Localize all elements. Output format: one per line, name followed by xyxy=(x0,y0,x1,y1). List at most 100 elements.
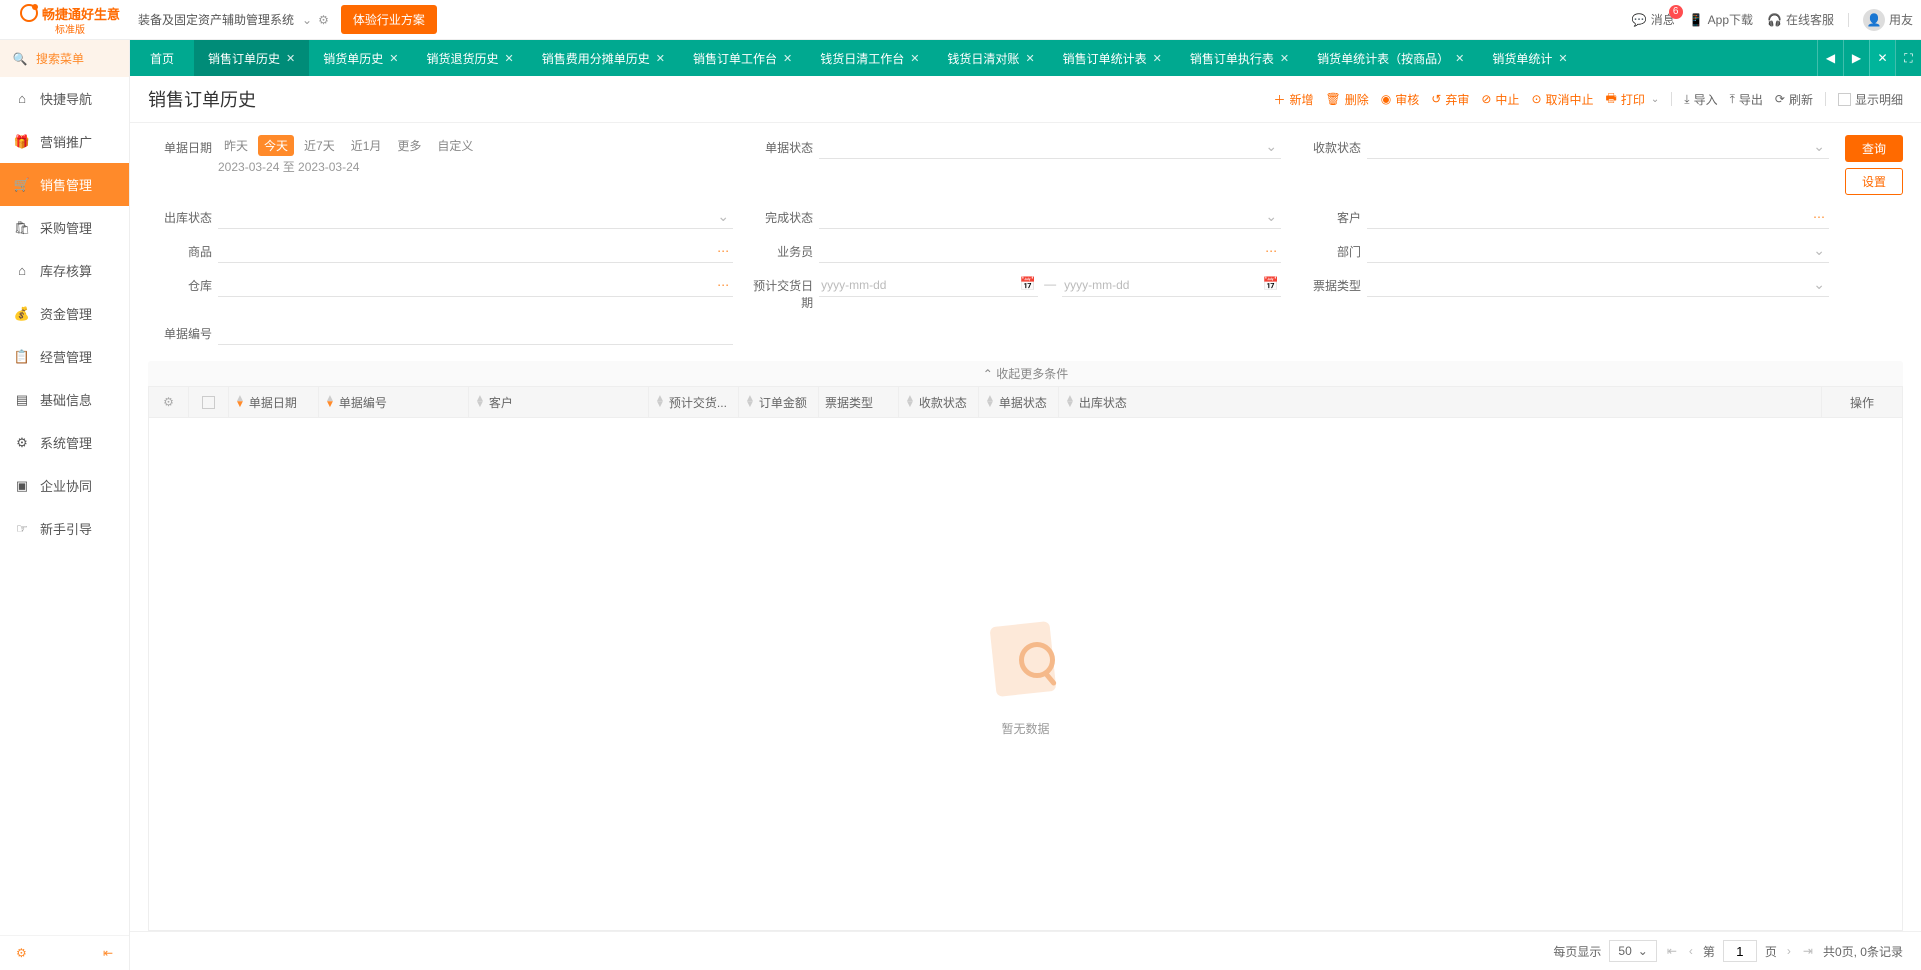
close-icon[interactable]: ✕ xyxy=(1455,52,1464,65)
gear-icon[interactable]: ⚙ xyxy=(318,13,329,27)
date-quick-5[interactable]: 自定义 xyxy=(431,135,479,156)
date-quick-4[interactable]: 更多 xyxy=(391,135,427,156)
sidebar-item-0[interactable]: ⌂快捷导航 xyxy=(0,77,129,120)
th-amt[interactable]: ▲▼订单金额 xyxy=(739,387,819,417)
close-icon[interactable]: ✕ xyxy=(505,52,514,65)
expect-date-to[interactable] xyxy=(1062,273,1281,297)
sidebar-item-3[interactable]: 🛍采购管理 xyxy=(0,206,129,249)
close-icon[interactable]: ✕ xyxy=(1025,52,1034,65)
app-download-button[interactable]: 📱 App下载 xyxy=(1689,11,1753,28)
filter-no-input[interactable] xyxy=(218,321,733,345)
filter-pay-select[interactable] xyxy=(1367,135,1829,159)
th-cust[interactable]: ▲▼客户 xyxy=(469,387,649,417)
sidebar-item-4[interactable]: ⌂库存核算 xyxy=(0,249,129,292)
close-icon[interactable]: ✕ xyxy=(783,52,792,65)
column-settings[interactable]: ⚙ xyxy=(149,387,189,417)
tab-3[interactable]: 销货退货历史✕ xyxy=(412,40,527,76)
tab-10[interactable]: 销货单统计表（按商品）✕ xyxy=(1303,40,1478,76)
action-audit[interactable]: ◉审核 xyxy=(1381,91,1420,108)
filter-inv-select[interactable] xyxy=(1367,273,1829,297)
query-button[interactable]: 查询 xyxy=(1845,135,1903,162)
collapse-sidebar-icon[interactable]: ⇤ xyxy=(103,946,113,960)
tab-2[interactable]: 销货单历史✕ xyxy=(309,40,412,76)
tabs-close-all[interactable]: ✕ xyxy=(1869,40,1895,76)
user-menu[interactable]: 👤 用友 xyxy=(1863,9,1913,31)
action-stop[interactable]: ⊘中止 xyxy=(1481,91,1519,108)
action-abandon[interactable]: ↺弃审 xyxy=(1431,91,1469,108)
tabs-scroll-right[interactable]: ▶ xyxy=(1843,40,1869,76)
th-deliv[interactable]: ▲▼预计交货... xyxy=(649,387,739,417)
tab-11[interactable]: 销货单统计✕ xyxy=(1478,40,1581,76)
tab-6[interactable]: 钱货日清工作台✕ xyxy=(806,40,933,76)
setting-button[interactable]: 设置 xyxy=(1845,168,1903,195)
sidebar-item-7[interactable]: ▤基础信息 xyxy=(0,378,129,421)
tabs-scroll-left[interactable]: ◀ xyxy=(1817,40,1843,76)
filter-done-select[interactable] xyxy=(819,205,1281,229)
page-prev[interactable]: ‹ xyxy=(1687,944,1695,958)
calendar-icon[interactable]: 📅 xyxy=(1263,276,1279,292)
tab-1[interactable]: 销售订单历史✕ xyxy=(194,40,309,76)
page-size-select[interactable]: 50⌄ xyxy=(1609,940,1656,962)
filter-prod-picker[interactable] xyxy=(218,239,733,263)
close-icon[interactable]: ✕ xyxy=(389,52,398,65)
select-all-checkbox[interactable] xyxy=(189,387,229,417)
close-icon[interactable]: ✕ xyxy=(656,52,665,65)
sidebar-item-10[interactable]: ☞新手引导 xyxy=(0,507,129,550)
page-first[interactable]: ⇤ xyxy=(1665,944,1679,958)
tab-8[interactable]: 销售订单统计表✕ xyxy=(1049,40,1176,76)
close-icon[interactable]: ✕ xyxy=(910,52,919,65)
close-icon[interactable]: ✕ xyxy=(1153,52,1162,65)
sidebar-item-1[interactable]: 🎁营销推广 xyxy=(0,120,129,163)
close-icon[interactable]: ✕ xyxy=(1280,52,1289,65)
online-service-button[interactable]: 🎧 在线客服 xyxy=(1767,11,1834,28)
collapse-filters[interactable]: ⌃ 收起更多条件 xyxy=(148,361,1903,386)
page-last[interactable]: ⇥ xyxy=(1801,944,1815,958)
action-import[interactable]: ⤓导入 xyxy=(1684,91,1717,108)
action-new[interactable]: ＋新增 xyxy=(1274,91,1314,108)
action-delete[interactable]: 🗑删除 xyxy=(1326,91,1369,108)
action-refresh[interactable]: ⟳刷新 xyxy=(1775,91,1813,108)
sidebar-item-8[interactable]: ⚙系统管理 xyxy=(0,421,129,464)
industry-button[interactable]: 体验行业方案 xyxy=(341,5,437,34)
filter-dept-select[interactable] xyxy=(1367,239,1829,263)
sidebar-search[interactable]: 🔍 搜索菜单 xyxy=(0,40,129,77)
page-input[interactable] xyxy=(1723,940,1757,962)
date-quick-0[interactable]: 昨天 xyxy=(218,135,254,156)
action-export[interactable]: ⤒导出 xyxy=(1730,91,1763,108)
sidebar-item-2[interactable]: 🛒销售管理 xyxy=(0,163,129,206)
sidebar-item-6[interactable]: 📋经营管理 xyxy=(0,335,129,378)
th-ostat[interactable]: ▲▼单据状态 xyxy=(979,387,1059,417)
tab-7[interactable]: 钱货日清对账✕ xyxy=(933,40,1048,76)
date-quick-2[interactable]: 近7天 xyxy=(298,135,341,156)
sidebar-item-9[interactable]: ▣企业协同 xyxy=(0,464,129,507)
tab-4[interactable]: 销售费用分摊单历史✕ xyxy=(528,40,679,76)
date-quick-3[interactable]: 近1月 xyxy=(345,135,388,156)
th-pay[interactable]: ▲▼收款状态 xyxy=(899,387,979,417)
action-show-detail[interactable]: 显示明细 xyxy=(1838,91,1903,108)
th-no[interactable]: ▲▼单据编号 xyxy=(319,387,469,417)
tab-5[interactable]: 销售订单工作台✕ xyxy=(679,40,806,76)
tab-9[interactable]: 销售订单执行表✕ xyxy=(1176,40,1303,76)
action-print[interactable]: 🖶打印⌄ xyxy=(1606,89,1660,110)
filter-cust-picker[interactable] xyxy=(1367,205,1829,229)
sidebar-item-5[interactable]: 💰资金管理 xyxy=(0,292,129,335)
system-selector[interactable]: 装备及固定资产辅助管理系统 ⌄ xyxy=(138,11,312,28)
page-next[interactable]: › xyxy=(1785,944,1793,958)
date-quick-1[interactable]: 今天 xyxy=(258,135,294,156)
th-out[interactable]: ▲▼出库状态 xyxy=(1059,387,1822,417)
filter-sales-picker[interactable] xyxy=(819,239,1281,263)
settings-icon[interactable]: ⚙ xyxy=(16,946,27,960)
messages-button[interactable]: 💬 消息 6 xyxy=(1632,11,1675,28)
tabs-fullscreen[interactable]: ⛶ xyxy=(1895,40,1921,76)
calendar-icon[interactable]: 📅 xyxy=(1020,276,1036,292)
th-ptype[interactable]: 票据类型 xyxy=(819,387,899,417)
action-unstop[interactable]: ⊙取消中止 xyxy=(1531,91,1593,108)
close-icon[interactable]: ✕ xyxy=(286,52,295,65)
expect-date-from[interactable] xyxy=(819,273,1038,297)
filter-wh-picker[interactable] xyxy=(218,273,733,297)
close-icon[interactable]: ✕ xyxy=(1558,52,1567,65)
th-date[interactable]: ▲▼单据日期 xyxy=(229,387,319,417)
tab-0[interactable]: 首页 xyxy=(130,40,194,76)
filter-status-select[interactable] xyxy=(819,135,1281,159)
filter-out-select[interactable] xyxy=(218,205,733,229)
